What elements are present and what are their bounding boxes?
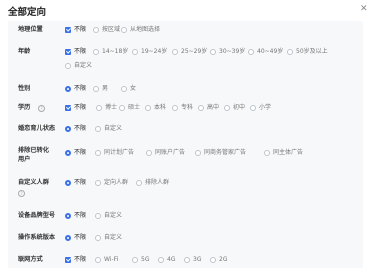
row-label: 年龄	[18, 48, 31, 55]
help-icon[interactable]: ?	[38, 105, 45, 112]
radio	[121, 27, 127, 33]
radio	[96, 105, 102, 111]
row-label: 操作系统版本	[18, 234, 56, 241]
radio-selected	[65, 235, 71, 241]
radio	[132, 257, 138, 263]
radio	[95, 235, 101, 241]
radio	[93, 27, 99, 33]
checkbox-checked	[65, 105, 71, 111]
row-label: 性别	[18, 85, 31, 92]
dialog-title: 全部定向	[8, 7, 47, 18]
radio-selected	[65, 180, 71, 186]
radio	[95, 126, 101, 132]
radio	[93, 49, 99, 55]
row-label: 婚恋育儿状态	[18, 125, 56, 132]
row-label: 排除已转化	[18, 147, 49, 154]
checkbox-checked	[65, 257, 71, 263]
radio	[195, 150, 201, 156]
radio-selected	[65, 126, 71, 132]
radio	[119, 105, 125, 111]
radio-selected	[65, 213, 71, 219]
radio	[95, 180, 101, 186]
targeting-panel: 地理位置 不限 按区域 从地图选择 年龄 不限 14~18岁 19~24岁 25…	[8, 21, 363, 268]
radio	[172, 105, 178, 111]
radio	[198, 105, 204, 111]
radio	[172, 49, 178, 55]
radio	[158, 257, 164, 263]
checkbox-checked	[65, 49, 71, 55]
close-icon[interactable]: ✕	[360, 4, 368, 14]
radio	[136, 180, 142, 186]
row-label: 联网方式	[18, 256, 43, 263]
radio-selected	[65, 86, 71, 92]
row-label: 地理位置	[18, 26, 43, 33]
radio	[287, 49, 293, 55]
radio	[146, 150, 152, 156]
row-label: 用户	[18, 156, 31, 163]
radio	[184, 257, 190, 263]
radio	[210, 257, 216, 263]
row-label: 学历	[18, 104, 31, 111]
radio	[250, 105, 256, 111]
radio	[210, 49, 216, 55]
radio	[65, 63, 71, 69]
radio	[132, 49, 138, 55]
radio	[264, 150, 270, 156]
radio	[145, 105, 151, 111]
radio	[121, 86, 127, 92]
radio-selected	[65, 150, 71, 156]
radio	[224, 105, 230, 111]
radio	[95, 150, 101, 156]
help-icon[interactable]: ?	[18, 190, 25, 197]
radio	[93, 86, 99, 92]
radio	[95, 257, 101, 263]
checkbox-checked	[65, 27, 71, 33]
radio	[248, 49, 254, 55]
row-label: 自定义人群	[18, 179, 49, 186]
radio	[95, 213, 101, 219]
row-label: 设备品牌型号	[18, 212, 56, 219]
